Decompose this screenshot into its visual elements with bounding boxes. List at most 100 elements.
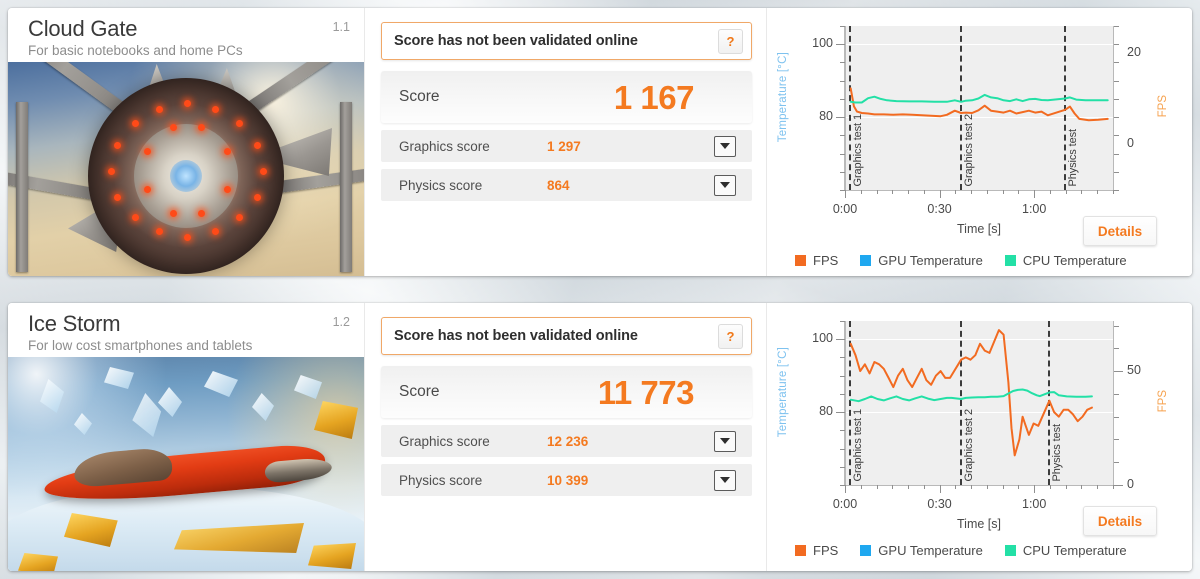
axis-tick xyxy=(939,485,941,493)
series-line-cpu-temperature xyxy=(849,93,1109,104)
thumbnail-gold-structure xyxy=(308,543,356,569)
legend-item: GPU Temperature xyxy=(860,543,983,558)
legend-swatch-icon xyxy=(1004,545,1016,556)
axis-tick xyxy=(1049,190,1051,194)
axis-tick xyxy=(836,412,845,414)
axis-tick xyxy=(840,321,845,322)
axis-tick xyxy=(876,485,878,489)
axis-tick xyxy=(1114,462,1119,464)
benchmark-card-ice-storm: Ice Storm For low cost smartphones and t… xyxy=(8,303,1192,571)
validation-message: Score has not been validated online xyxy=(394,33,638,49)
chart-series-svg xyxy=(849,87,1109,122)
axis-tick xyxy=(1018,485,1020,489)
axis-tick xyxy=(840,375,845,377)
score-panel: Score has not been validated online ? Sc… xyxy=(365,303,767,571)
axis-tick xyxy=(840,62,845,64)
benchmark-description: For basic notebooks and home PCs xyxy=(28,43,243,58)
legend-swatch-icon xyxy=(860,545,872,556)
chevron-down-icon[interactable] xyxy=(714,174,736,196)
axis-tick xyxy=(840,171,845,173)
temperature-axis-label: Temperature [°C] xyxy=(777,52,789,143)
axis-tick xyxy=(1114,153,1119,155)
performance-chart: Graphics test 1 Graphics test 2 Physics te… xyxy=(777,18,1177,240)
axis-tick xyxy=(1114,348,1119,350)
axis-tick xyxy=(1018,190,1020,194)
plot-area: Graphics test 1 Graphics test 2 Physics te… xyxy=(845,321,1114,485)
legend-item: GPU Temperature xyxy=(860,253,983,268)
axis-tick xyxy=(840,357,845,359)
total-score-label: Score xyxy=(399,383,440,400)
details-button[interactable]: Details xyxy=(1083,506,1157,536)
axis-tick xyxy=(845,485,846,493)
axis-tick xyxy=(860,190,862,194)
legend-item: CPU Temperature xyxy=(1004,253,1127,268)
graphics-score-row[interactable]: Graphics score 1 297 xyxy=(381,130,752,162)
axis-tick xyxy=(1034,190,1036,198)
graphics-score-value: 12 236 xyxy=(547,433,589,449)
legend-label: CPU Temperature xyxy=(1022,253,1127,268)
axis-tick xyxy=(908,190,910,194)
temperature-tick-label: 80 xyxy=(819,404,833,419)
time-tick-label: 0:30 xyxy=(927,497,952,511)
axis-tick xyxy=(1114,80,1119,82)
axis-tick xyxy=(836,117,845,119)
time-tick-label: 1:00 xyxy=(1022,202,1047,216)
axis-tick xyxy=(1114,135,1119,137)
axis-tick xyxy=(840,448,845,450)
legend-label: FPS xyxy=(813,543,839,558)
axis-tick xyxy=(1034,485,1036,493)
card-title-bar: Ice Storm For low cost smartphones and t… xyxy=(8,303,364,354)
total-score-row: Score 11 773 xyxy=(381,366,752,418)
benchmark-version: 1.1 xyxy=(332,20,350,34)
fps-axis-label: FPS xyxy=(1157,389,1169,413)
chevron-down-icon[interactable] xyxy=(714,430,736,452)
chevron-down-icon[interactable] xyxy=(714,135,736,157)
series-line-cpu-temperature xyxy=(849,388,1093,403)
cloud-gate-thumbnail[interactable] xyxy=(8,62,364,276)
total-score-label: Score xyxy=(399,88,440,105)
help-icon[interactable]: ? xyxy=(718,323,743,349)
axis-tick xyxy=(1081,485,1083,489)
axis-tick xyxy=(1114,190,1119,191)
chart-legend: FPS GPU Temperature CPU Temperature xyxy=(795,543,1127,558)
axis-tick xyxy=(986,190,988,194)
score-panel: Score has not been validated online ? Sc… xyxy=(365,8,767,276)
results-page: Cloud Gate For basic notebooks and home … xyxy=(0,0,1200,579)
physics-score-row[interactable]: Physics score 10 399 xyxy=(381,464,752,496)
series-line-fps xyxy=(849,87,1109,122)
axis-tick xyxy=(1114,98,1119,100)
legend-label: GPU Temperature xyxy=(878,543,983,558)
axis-tick xyxy=(1114,62,1119,64)
axis-tick xyxy=(971,190,973,194)
help-icon[interactable]: ? xyxy=(718,28,743,54)
details-button[interactable]: Details xyxy=(1083,216,1157,246)
benchmark-description: For low cost smartphones and tablets xyxy=(28,338,253,353)
legend-item: FPS xyxy=(795,543,838,558)
time-axis xyxy=(845,190,1113,191)
temperature-axis-label: Temperature [°C] xyxy=(777,347,789,438)
physics-score-row[interactable]: Physics score 864 xyxy=(381,169,752,201)
card-left-column: Ice Storm For low cost smartphones and t… xyxy=(8,303,365,571)
graphics-score-row[interactable]: Graphics score 12 236 xyxy=(381,425,752,457)
chevron-down-icon[interactable] xyxy=(714,469,736,491)
axis-tick xyxy=(1049,485,1051,489)
time-tick-label: 1:00 xyxy=(1022,497,1047,511)
axis-tick xyxy=(1097,190,1099,194)
total-score-value: 11 773 xyxy=(597,373,695,411)
axis-tick xyxy=(986,485,988,489)
axis-tick xyxy=(836,44,845,46)
axis-tick xyxy=(1113,485,1114,489)
axis-tick xyxy=(1081,190,1083,194)
legend-swatch-icon xyxy=(1004,255,1016,266)
benchmark-title: Ice Storm xyxy=(28,311,121,336)
fps-tick-label: 0 xyxy=(1127,477,1134,491)
benchmark-title: Cloud Gate xyxy=(28,16,138,41)
card-left-column: Cloud Gate For basic notebooks and home … xyxy=(8,8,365,276)
performance-chart: Graphics test 1 Graphics test 2 Physics te… xyxy=(777,313,1177,535)
axis-tick xyxy=(1114,416,1119,418)
ice-storm-thumbnail[interactable] xyxy=(8,357,364,571)
axis-tick xyxy=(1114,44,1119,46)
axis-tick xyxy=(892,190,894,194)
benchmark-version: 1.2 xyxy=(332,315,350,329)
axis-tick xyxy=(939,190,941,198)
